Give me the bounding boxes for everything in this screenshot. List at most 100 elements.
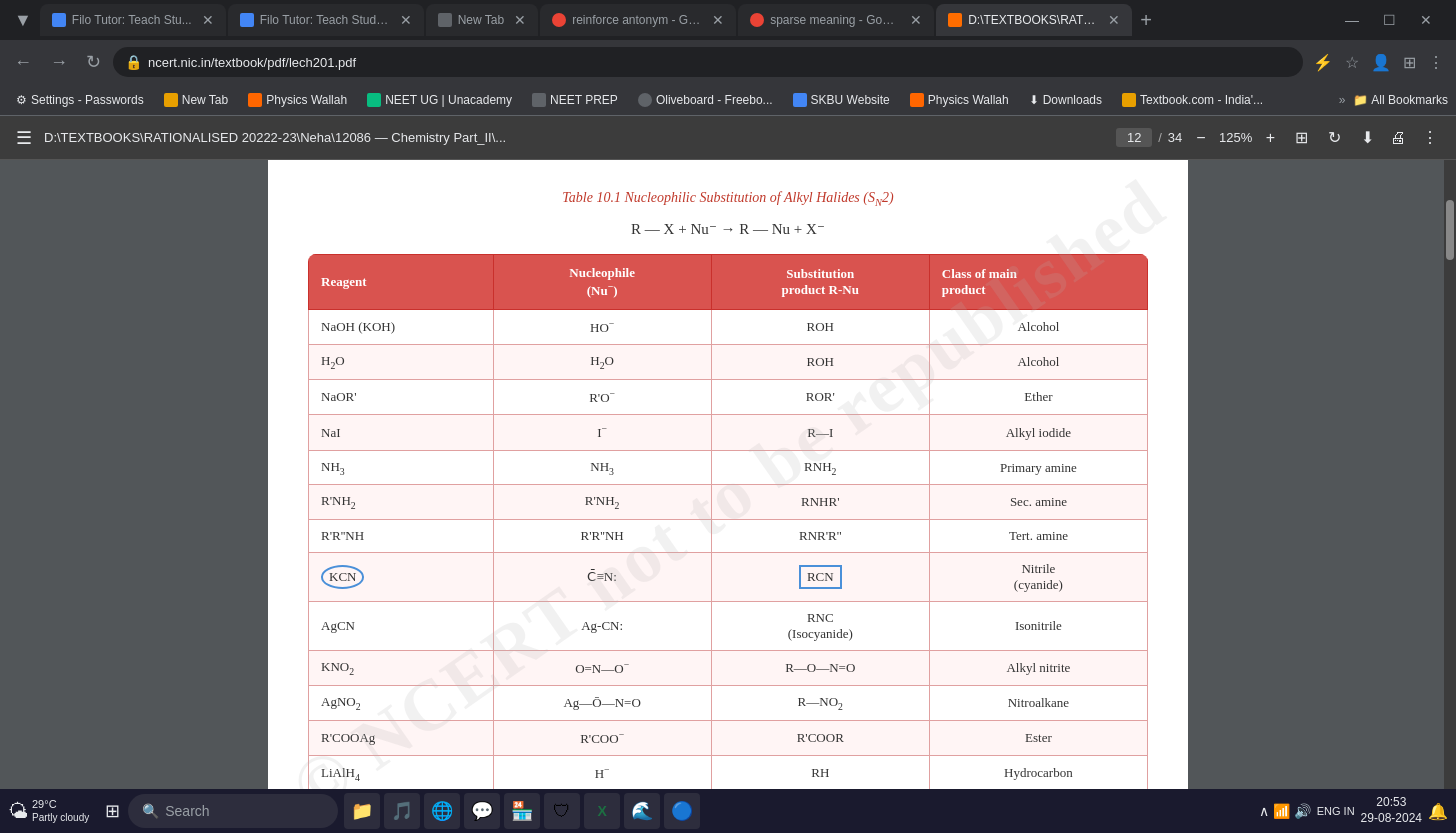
- pdf-toolbar: ☰ D:\TEXTBOOKS\RATIONALISED 20222-23\Neh…: [0, 116, 1456, 160]
- nucleophile-cn: C̄≡N:: [493, 552, 711, 601]
- network-icon[interactable]: 📶: [1273, 803, 1290, 819]
- subst-roh1: ROH: [711, 310, 929, 345]
- subst-rh: RH: [711, 756, 929, 791]
- pdf-page-input[interactable]: [1116, 128, 1152, 147]
- new-tab-button[interactable]: +: [1134, 9, 1158, 32]
- tab-6-close[interactable]: ✕: [1108, 12, 1120, 28]
- taskbar-search-icon: 🔍: [142, 803, 159, 819]
- tab-1-close[interactable]: ✕: [202, 12, 214, 28]
- bookmark-pw2[interactable]: Physics Wallah: [902, 91, 1017, 109]
- profile-icon[interactable]: 👤: [1367, 49, 1395, 76]
- forward-button[interactable]: →: [44, 48, 74, 77]
- bookmark-downloads[interactable]: ⬇ Downloads: [1021, 91, 1110, 109]
- nucleophile-h: H−: [493, 756, 711, 791]
- skbu-icon: [793, 93, 807, 107]
- settings-icon: ⚙: [16, 93, 27, 107]
- header-nucleophile: Nucleophile(Nu−): [493, 254, 711, 309]
- bookmark-oliveboard[interactable]: Oliveboard - Freebo...: [630, 91, 781, 109]
- subst-rcn: RCN: [711, 552, 929, 601]
- taskbar-app-music[interactable]: 🎵: [384, 793, 420, 829]
- notification-icon[interactable]: 🔔: [1428, 802, 1448, 821]
- scrollbar[interactable]: [1444, 160, 1456, 833]
- table-row: R'COOAg R'COO− R'COOR Ester: [309, 720, 1148, 755]
- tab-4-close[interactable]: ✕: [712, 12, 724, 28]
- header-reagent: Reagent: [309, 254, 494, 309]
- taskbar-app-browser[interactable]: 🌐: [424, 793, 460, 829]
- tab-3[interactable]: New Tab ✕: [426, 4, 538, 36]
- tab-list-button[interactable]: ▼: [8, 10, 38, 31]
- bookmark-newtab[interactable]: New Tab: [156, 91, 236, 109]
- tab-4[interactable]: reinforce antonym - Goo... ✕: [540, 4, 736, 36]
- menu-icon[interactable]: ⋮: [1424, 49, 1448, 76]
- address-text: ncert.nic.in/textbook/pdf/lech201.pdf: [148, 55, 1291, 70]
- taskbar-app-chrome[interactable]: 🔵: [664, 793, 700, 829]
- taskbar-app-antivirus[interactable]: 🛡: [544, 793, 580, 829]
- pdf-rotate-button[interactable]: ↻: [1322, 126, 1347, 149]
- pdf-content: © NCERT not to be republished Table 10.1…: [0, 160, 1456, 833]
- tab-2-close[interactable]: ✕: [400, 12, 412, 28]
- tab-4-label: reinforce antonym - Goo...: [572, 13, 702, 27]
- weather-icon: 🌤: [8, 800, 28, 823]
- pdf-title: D:\TEXTBOOKS\RATIONALISED 20222-23\Neha\…: [44, 130, 1108, 145]
- subst-rcoor: R'COOR: [711, 720, 929, 755]
- bookmark-star-icon[interactable]: ☆: [1341, 49, 1363, 76]
- bookmark-textbook-label: Textbook.com - India'...: [1140, 93, 1263, 107]
- bookmarks-more[interactable]: »: [1339, 93, 1346, 107]
- scrollbar-thumb[interactable]: [1446, 200, 1454, 260]
- minimize-button[interactable]: —: [1337, 8, 1367, 32]
- pdf-menu-button[interactable]: ☰: [12, 123, 36, 153]
- tab-1[interactable]: Filo Tutor: Teach Stu... ✕: [40, 4, 226, 36]
- tab-4-favicon: [552, 13, 566, 27]
- reagent-naoh: NaOH (KOH): [309, 310, 494, 345]
- extensions-icon[interactable]: ⊞: [1399, 49, 1420, 76]
- pdf-zoom-out-button[interactable]: −: [1190, 127, 1211, 149]
- tab-2[interactable]: Filo Tutor: Teach Studen... ✕: [228, 4, 424, 36]
- all-bookmarks[interactable]: 📁 All Bookmarks: [1353, 93, 1448, 107]
- bookmark-neet[interactable]: NEET UG | Unacademy: [359, 91, 520, 109]
- taskbar-app-teams[interactable]: 💬: [464, 793, 500, 829]
- taskbar-app-explorer[interactable]: 📁: [344, 793, 380, 829]
- tab-5-label: sparse meaning - Google...: [770, 13, 900, 27]
- tab-5[interactable]: sparse meaning - Google... ✕: [738, 4, 934, 36]
- start-button[interactable]: ⊞: [97, 796, 128, 826]
- taskbar-time[interactable]: 20:53 29-08-2024: [1361, 795, 1422, 826]
- class-sec-amine: Sec. amine: [929, 485, 1147, 520]
- download-icon: ⬇: [1029, 93, 1039, 107]
- taskbar-app-edge[interactable]: 🌊: [624, 793, 660, 829]
- table-row: AgCN Ag-CN: RNC(Isocyanide) Isonitrile: [309, 601, 1148, 650]
- reagent-nh3: NH3: [309, 450, 494, 485]
- table-row: KNO2 O=N—O− R—O—N=O Alkyl nitrite: [309, 650, 1148, 685]
- tab-6[interactable]: D:\TEXTBOOKS\RATION\... ✕: [936, 4, 1132, 36]
- pw2-icon: [910, 93, 924, 107]
- pdf-zoom-in-button[interactable]: +: [1260, 127, 1281, 149]
- chevron-up-icon[interactable]: ∧: [1259, 803, 1269, 819]
- bookmark-textbook[interactable]: Textbook.com - India'...: [1114, 91, 1271, 109]
- tab-5-close[interactable]: ✕: [910, 12, 922, 28]
- nucleophile-i: I−: [493, 415, 711, 450]
- bookmark-neetprep[interactable]: NEET PREP: [524, 91, 626, 109]
- taskbar-app-excel[interactable]: X: [584, 793, 620, 829]
- bookmark-settings[interactable]: ⚙ Settings - Passwords: [8, 91, 152, 109]
- pdf-more-button[interactable]: ⋮: [1416, 126, 1444, 149]
- table-row: NaI I− R—I Alkyl iodide: [309, 415, 1148, 450]
- pdf-print-button[interactable]: 🖨: [1384, 126, 1412, 149]
- music-icon: 🎵: [391, 800, 413, 822]
- reagent-rnh2: R'NH2: [309, 485, 494, 520]
- bookmark-skbu[interactable]: SKBU Website: [785, 91, 898, 109]
- tab-3-close[interactable]: ✕: [514, 12, 526, 28]
- pdf-fit-button[interactable]: ⊞: [1289, 126, 1314, 149]
- back-button[interactable]: ←: [8, 48, 38, 77]
- bookmark-pw[interactable]: Physics Wallah: [240, 91, 355, 109]
- performance-icon[interactable]: ⚡: [1309, 49, 1337, 76]
- browser-icon: 🌐: [431, 800, 453, 822]
- table-caption: Table 10.1 Nucleophilic Substitution of …: [308, 190, 1148, 208]
- maximize-button[interactable]: ☐: [1375, 8, 1404, 32]
- volume-icon[interactable]: 🔊: [1294, 803, 1311, 819]
- reload-button[interactable]: ↻: [80, 47, 107, 77]
- bookmark-pw-label: Physics Wallah: [266, 93, 347, 107]
- taskbar-search-bar[interactable]: 🔍 Search: [128, 794, 338, 828]
- address-bar[interactable]: 🔒 ncert.nic.in/textbook/pdf/lech201.pdf: [113, 47, 1303, 77]
- taskbar-app-store[interactable]: 🏪: [504, 793, 540, 829]
- pdf-download-button[interactable]: ⬇: [1355, 126, 1380, 149]
- close-button[interactable]: ✕: [1412, 8, 1440, 32]
